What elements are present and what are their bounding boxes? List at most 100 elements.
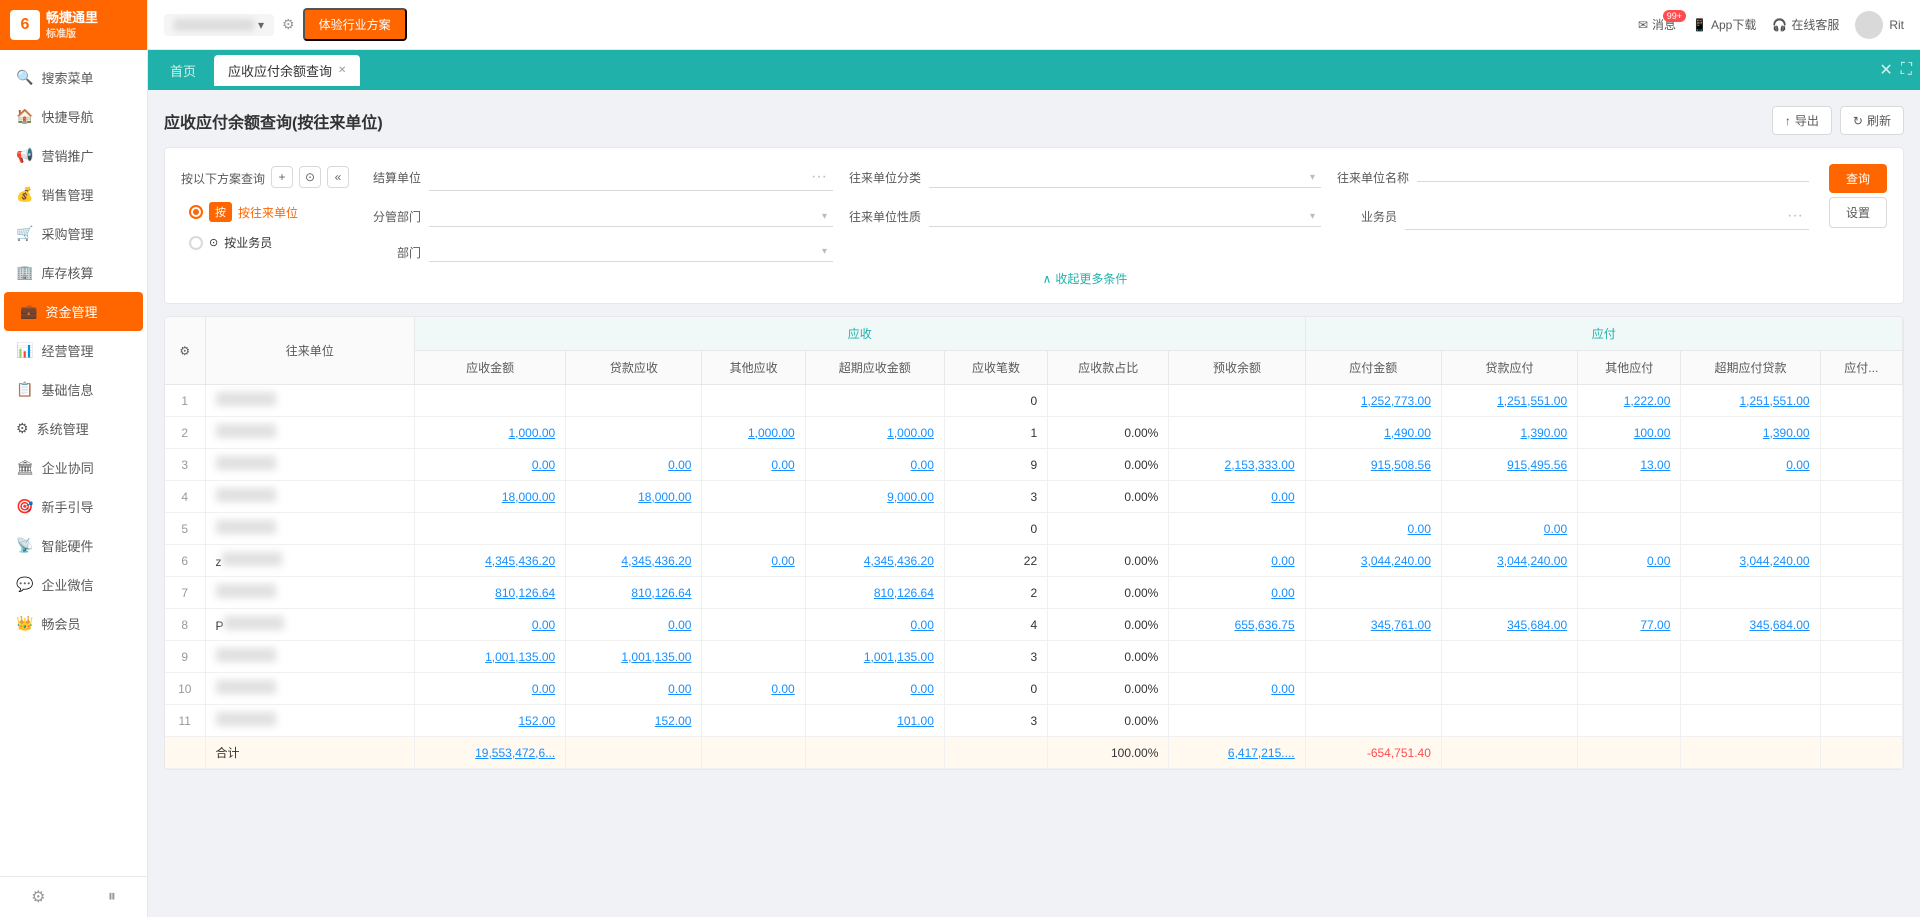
sidebar-item-label: 基础信息 bbox=[41, 380, 93, 399]
sidebar-item-sales[interactable]: 💰 销售管理 bbox=[0, 175, 147, 214]
message-button[interactable]: ✉ 消息 99+ bbox=[1638, 16, 1676, 33]
blurred-cell bbox=[216, 392, 276, 406]
blurred-cell bbox=[222, 552, 282, 566]
sidebar-item-finance[interactable]: 💼 资金管理 bbox=[4, 292, 143, 331]
sidebar-item-corp[interactable]: 🏛 企业协同 bbox=[0, 448, 147, 487]
total-index-cell bbox=[165, 737, 205, 769]
query-buttons: 查询 设置 bbox=[1829, 164, 1887, 287]
export-button[interactable]: ↑ 导出 bbox=[1772, 106, 1832, 135]
sidebar-settings-button[interactable]: ⚙ bbox=[31, 887, 45, 907]
tab-ar-ap[interactable]: 应收应付余额查询 ✕ bbox=[214, 55, 360, 86]
filter-option-by-staff[interactable]: ⊙ 按业务员 bbox=[181, 230, 349, 255]
tab-fullscreen-button[interactable]: ⛶ bbox=[1901, 61, 1912, 79]
promo-button[interactable]: 体验行业方案 bbox=[303, 8, 407, 41]
sidebar-item-label: 销售管理 bbox=[41, 185, 93, 204]
filter-settings-button[interactable]: ⊙ bbox=[299, 166, 321, 188]
sidebar-item-label: 快捷导航 bbox=[41, 107, 93, 126]
tab-home-label: 首页 bbox=[170, 61, 196, 80]
col-ap-amount-header: 应付金额 bbox=[1305, 351, 1441, 385]
username-label[interactable]: Rit bbox=[1889, 18, 1904, 32]
salesman-dots: ··· bbox=[1787, 207, 1803, 225]
sidebar-collapse-button[interactable]: ⏸ bbox=[108, 888, 116, 906]
filter-collapse-button[interactable]: ∧ 收起更多条件 bbox=[361, 270, 1809, 287]
tab-close-icon[interactable]: ✕ bbox=[338, 65, 346, 76]
table-row: 101,252,773.001,251,551.001,222.001,251,… bbox=[165, 385, 1903, 417]
col-prepaid-header: 预收余额 bbox=[1169, 351, 1305, 385]
sidebar-item-marketing[interactable]: 📢 营销推广 bbox=[0, 136, 147, 175]
settle-unit-input[interactable]: ··· bbox=[429, 164, 833, 191]
unit-nature-select[interactable]: ▾ bbox=[929, 207, 1321, 227]
sidebar-item-guide[interactable]: 🎯 新手引导 bbox=[0, 487, 147, 526]
stock-icon: 🏢 bbox=[16, 264, 33, 281]
tab-close-window-button[interactable]: ✕ bbox=[1879, 60, 1892, 80]
sidebar-item-label: 系统管理 bbox=[37, 419, 89, 438]
logo-icon: 6 bbox=[10, 10, 40, 40]
filter-row-unit-name: 往来单位名称 bbox=[1337, 164, 1809, 191]
refresh-button[interactable]: ↻ 刷新 bbox=[1840, 106, 1904, 135]
search-icon: 🔍 bbox=[16, 69, 33, 86]
salesman-input[interactable]: ··· bbox=[1405, 203, 1809, 230]
sidebar-item-wechat[interactable]: 💬 企业微信 bbox=[0, 565, 147, 604]
filter-by-staff-icon: ⊙ bbox=[209, 236, 218, 249]
online-service-button[interactable]: 🎧 在线客服 bbox=[1772, 16, 1839, 33]
finance-icon: 💼 bbox=[20, 303, 37, 320]
col-group-ap-header: 应付 bbox=[1305, 317, 1902, 351]
total-other-ap-cell bbox=[1578, 737, 1681, 769]
total-prepaid-cell[interactable]: 6,417,215.... bbox=[1169, 737, 1305, 769]
export-icon: ↑ bbox=[1785, 114, 1791, 128]
sidebar-item-member[interactable]: 👑 畅会员 bbox=[0, 604, 147, 643]
table-row: 91,001,135.001,001,135.001,001,135.0030.… bbox=[165, 641, 1903, 673]
sidebar-item-operation[interactable]: 📊 经营管理 bbox=[0, 331, 147, 370]
query-button[interactable]: 查询 bbox=[1829, 164, 1887, 193]
col-overdue-ar-header: 超期应收金额 bbox=[805, 351, 944, 385]
filter-panel: 按以下方案查询 + ⊙ « 按 按往来单位 ⊙ 按业务员 bbox=[164, 147, 1904, 304]
settings-gear-icon[interactable]: ⚙ bbox=[282, 16, 295, 33]
radio-by-unit bbox=[189, 205, 203, 219]
logo-text-block: 畅捷通里 标准版 bbox=[46, 10, 98, 41]
department-select[interactable]: ▾ bbox=[429, 242, 833, 262]
radio-by-staff bbox=[189, 236, 203, 250]
message-badge: 99+ bbox=[1663, 10, 1686, 22]
avatar bbox=[1855, 11, 1883, 39]
blurred-cell bbox=[216, 488, 276, 502]
service-label: 在线客服 bbox=[1791, 16, 1839, 33]
filter-label: 按以下方案查询 bbox=[181, 170, 265, 187]
app-download-button[interactable]: 📱 App下载 bbox=[1692, 16, 1756, 33]
sidebar-navigation: 🔍 搜索菜单 🏠 快捷导航 📢 营销推广 💰 销售管理 🛒 采购管理 🏢 库存核… bbox=[0, 50, 147, 876]
table-row: 6z4,345,436.204,345,436.200.004,345,436.… bbox=[165, 545, 1903, 577]
unit-category-select[interactable]: ▾ bbox=[929, 168, 1321, 188]
app-label: App下载 bbox=[1711, 16, 1756, 33]
dept-select[interactable]: ▾ bbox=[429, 207, 833, 227]
total-label-cell: 合计 bbox=[205, 737, 414, 769]
col-other-ap-header: 其他应付 bbox=[1578, 351, 1681, 385]
blurred-cell bbox=[216, 712, 276, 726]
sidebar-item-system[interactable]: ⚙ 系统管理 bbox=[0, 409, 147, 448]
setting-button[interactable]: 设置 bbox=[1829, 197, 1887, 228]
sidebar-item-basic[interactable]: 📋 基础信息 bbox=[0, 370, 147, 409]
blurred-cell bbox=[216, 648, 276, 662]
blurred-cell bbox=[216, 520, 276, 534]
tab-ar-ap-label: 应收应付余额查询 bbox=[228, 61, 332, 80]
tab-home[interactable]: 首页 bbox=[156, 55, 210, 86]
table-row: 8P0.000.000.0040.00%655,636.75345,761.00… bbox=[165, 609, 1903, 641]
sidebar-item-label: 企业协同 bbox=[42, 458, 94, 477]
unit-name-input[interactable] bbox=[1417, 173, 1809, 182]
total-ar-amount-cell[interactable]: 19,553,472,6... bbox=[414, 737, 565, 769]
company-selector[interactable]: ▾ bbox=[164, 14, 274, 36]
main-content: 应收应付余额查询(按往来单位) ↑ 导出 ↻ 刷新 按以下方案查询 + ⊙ bbox=[148, 90, 1920, 917]
filter-row-department: 部门 ▾ bbox=[361, 242, 833, 262]
sidebar-item-search[interactable]: 🔍 搜索菜单 bbox=[0, 58, 147, 97]
sidebar-item-stock[interactable]: 🏢 库存核算 bbox=[0, 253, 147, 292]
filter-option-by-unit[interactable]: 按 按往来单位 bbox=[181, 198, 349, 226]
filter-row-settle: 结算单位 ··· bbox=[361, 164, 833, 191]
sidebar-item-hardware[interactable]: 📡 智能硬件 bbox=[0, 526, 147, 565]
sidebar-item-purchase[interactable]: 🛒 采购管理 bbox=[0, 214, 147, 253]
filter-add-button[interactable]: + bbox=[271, 166, 293, 188]
col-settings-header[interactable]: ⚙ bbox=[165, 317, 205, 385]
dept-label: 分管部门 bbox=[361, 208, 421, 225]
filter-collapse-left-button[interactable]: « bbox=[327, 166, 349, 188]
filter-row-unit-category: 往来单位分类 ▾ bbox=[849, 164, 1321, 191]
total-ar-ratio-cell: 100.00% bbox=[1048, 737, 1169, 769]
sidebar-item-quick[interactable]: 🏠 快捷导航 bbox=[0, 97, 147, 136]
filter-by-unit-icon: 按 bbox=[209, 202, 232, 222]
